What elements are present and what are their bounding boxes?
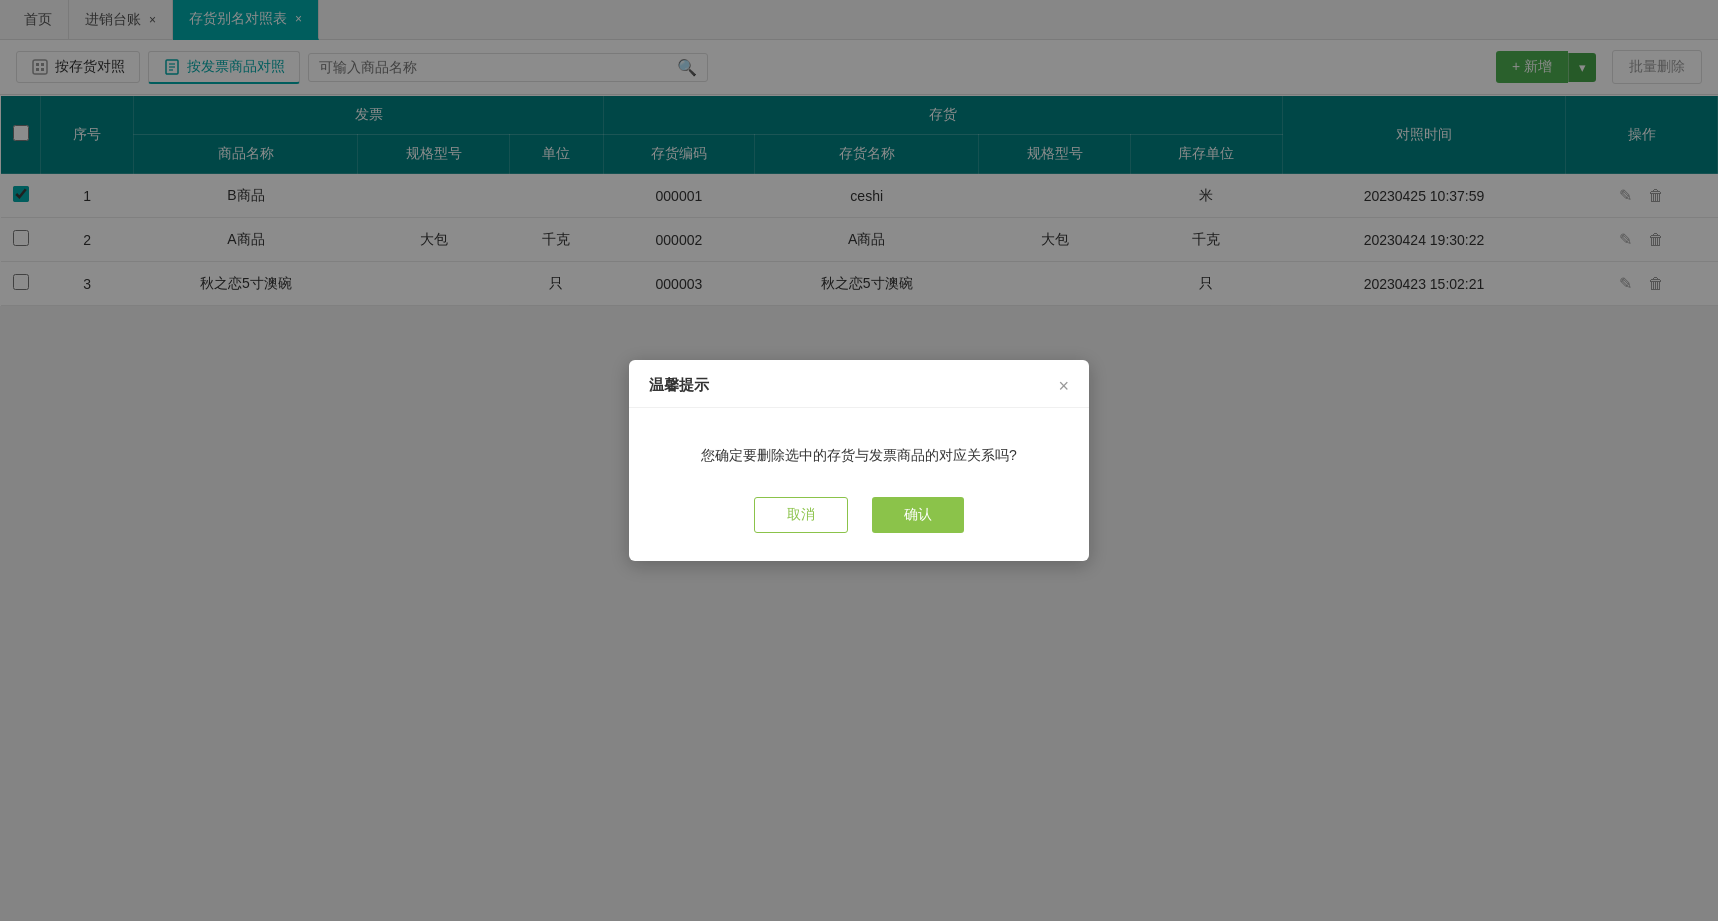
dialog-overlay: 温馨提示 × 您确定要删除选中的存货与发票商品的对应关系吗? 取消 确认: [0, 0, 1718, 306]
